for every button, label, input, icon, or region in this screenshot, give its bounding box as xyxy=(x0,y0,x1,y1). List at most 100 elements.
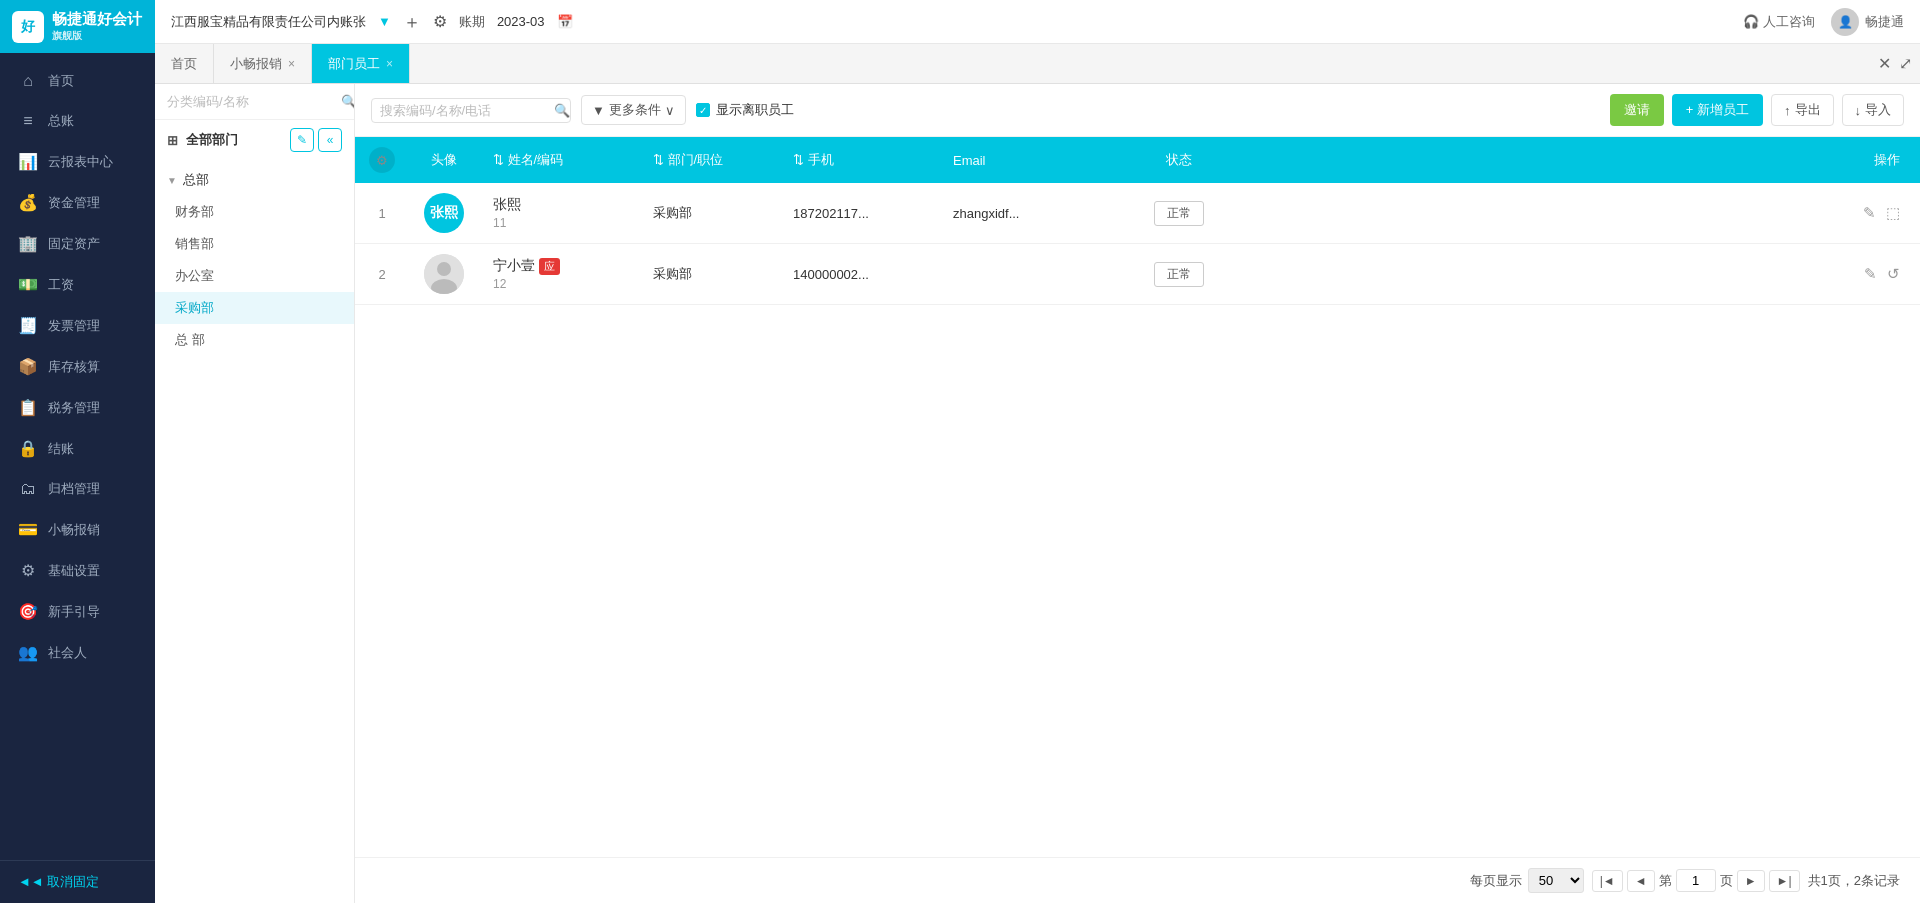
employee-code: 12 xyxy=(493,277,625,291)
logo-icon: 好 xyxy=(12,11,44,43)
sidebar-item-expense[interactable]: 💳 小畅报销 xyxy=(0,509,155,550)
sidebar-item-assets[interactable]: 🏢 固定资产 xyxy=(0,223,155,264)
salary-icon: 💵 xyxy=(18,275,38,294)
tab-expense-label: 小畅报销 xyxy=(230,55,282,73)
refresh-icon[interactable]: ↺ xyxy=(1887,265,1900,283)
show-resigned-toggle[interactable]: ✓ 显示离职员工 xyxy=(696,101,794,119)
invite-button[interactable]: 邀请 xyxy=(1610,94,1664,126)
sidebar-item-guide[interactable]: 🎯 新手引导 xyxy=(0,591,155,632)
close-window-button[interactable]: ✕ xyxy=(1878,54,1891,73)
sidebar-item-more[interactable]: 👥 社会人 xyxy=(0,632,155,673)
period-label: 账期 xyxy=(459,13,485,31)
filter-button[interactable]: ▼ 更多条件 ∨ xyxy=(581,95,686,125)
maximize-window-button[interactable]: ⤢ xyxy=(1899,54,1912,73)
prev-page-button[interactable]: ◄ xyxy=(1627,870,1655,892)
export-button[interactable]: ↑ 导出 xyxy=(1771,94,1834,126)
sidebar-item-label: 发票管理 xyxy=(48,317,100,335)
th-dept[interactable]: ⇅ 部门/职位 xyxy=(639,137,779,183)
add-icon[interactable]: ＋ xyxy=(403,10,421,34)
service-label: 人工咨询 xyxy=(1763,13,1815,31)
service-button[interactable]: 🎧 人工咨询 xyxy=(1743,13,1815,31)
page-unit-label2: 页 xyxy=(1720,872,1733,890)
dept-item-sales[interactable]: 销售部 xyxy=(155,228,354,260)
pagination: 每页显示 50 100 200 |◄ ◄ 第 页 ► ►| 共1页，2条 xyxy=(355,857,1920,903)
sidebar-item-inventory[interactable]: 📦 库存核算 xyxy=(0,346,155,387)
user-menu[interactable]: 👤 畅捷通 xyxy=(1831,8,1904,36)
arrow-down-icon: ▼ xyxy=(167,175,177,186)
page-size-select[interactable]: 50 100 200 xyxy=(1528,868,1584,893)
toolbar-right-actions: 邀请 + 新增员工 ↑ 导出 ↓ 导入 xyxy=(1610,94,1904,126)
dept-item-general[interactable]: 总 部 xyxy=(155,324,354,356)
sidebar-item-label: 小畅报销 xyxy=(48,521,100,539)
sidebar-item-archive[interactable]: 🗂 归档管理 xyxy=(0,469,155,509)
edit-icon[interactable]: ✎ xyxy=(1863,204,1876,222)
th-phone[interactable]: ⇅ 手机 xyxy=(779,137,939,183)
page-number-input[interactable] xyxy=(1676,869,1716,892)
th-settings[interactable]: ⚙ xyxy=(355,137,409,183)
last-page-button[interactable]: ►| xyxy=(1769,870,1800,892)
tab-home[interactable]: 首页 xyxy=(155,44,214,83)
page-size-label: 每页显示 xyxy=(1470,872,1522,890)
tab-dept-close[interactable]: × xyxy=(386,57,393,71)
sidebar-item-reports[interactable]: 📊 云报表中心 xyxy=(0,141,155,182)
tab-expense[interactable]: 小畅报销 × xyxy=(214,44,312,83)
export-icon: ↑ xyxy=(1784,103,1791,118)
tabs-bar: 首页 小畅报销 × 部门员工 × ✕ ⤢ xyxy=(155,44,1920,84)
sidebar-item-label: 资金管理 xyxy=(48,194,100,212)
import-button[interactable]: ↓ 导入 xyxy=(1842,94,1905,126)
first-page-button[interactable]: |◄ xyxy=(1592,870,1623,892)
dropdown-icon[interactable]: ▼ xyxy=(378,14,391,29)
tag-badge: 应 xyxy=(539,258,560,275)
unpin-button[interactable]: ◄◄ 取消固定 xyxy=(0,860,155,903)
next-page-button[interactable]: ► xyxy=(1737,870,1765,892)
guide-icon: 🎯 xyxy=(18,602,38,621)
th-name[interactable]: ⇅ 姓名/编码 xyxy=(479,137,639,183)
show-resigned-label: 显示离职员工 xyxy=(716,101,794,119)
row-actions: ✎ ⬚ xyxy=(1239,183,1920,244)
sidebar-item-settings[interactable]: ⚙ 基础设置 xyxy=(0,550,155,591)
dept-item-root[interactable]: ▼ 总部 xyxy=(155,164,354,196)
dept-search-icon[interactable]: 🔍 xyxy=(341,94,355,109)
row-no: 2 xyxy=(355,244,409,305)
headset-icon: 🎧 xyxy=(1743,14,1759,29)
sidebar-item-funds[interactable]: 💰 资金管理 xyxy=(0,182,155,223)
sidebar-item-salary[interactable]: 💵 工资 xyxy=(0,264,155,305)
sidebar-item-ledger[interactable]: ≡ 总账 xyxy=(0,101,155,141)
dept-search-input[interactable] xyxy=(167,94,335,109)
sidebar-item-closing[interactable]: 🔒 结账 xyxy=(0,428,155,469)
th-avatar: 头像 xyxy=(409,137,479,183)
employee-panel: 🔍 ▼ 更多条件 ∨ ✓ 显示离职员工 邀请 + 新增员工 ↑ 导出 xyxy=(355,84,1920,903)
employee-search-input[interactable] xyxy=(380,103,548,118)
sidebar-item-label: 库存核算 xyxy=(48,358,100,376)
dept-item-label: 采购部 xyxy=(175,299,214,317)
dept-item-purchase[interactable]: 采购部 xyxy=(155,292,354,324)
sidebar-item-label: 云报表中心 xyxy=(48,153,113,171)
dept-item-finance[interactable]: 财务部 xyxy=(155,196,354,228)
dept-collapse-button[interactable]: « xyxy=(318,128,342,152)
app-logo: 好 畅捷通好会计 旗舰版 xyxy=(0,0,155,53)
sidebar-item-tax[interactable]: 📋 税务管理 xyxy=(0,387,155,428)
edit-icon[interactable]: ✎ xyxy=(1864,265,1877,283)
app-edition: 旗舰版 xyxy=(52,29,142,43)
show-resigned-checkbox[interactable]: ✓ xyxy=(696,103,710,117)
sidebar-item-home[interactable]: ⌂ 首页 xyxy=(0,61,155,101)
sidebar-item-invoice[interactable]: 🧾 发票管理 xyxy=(0,305,155,346)
home-icon: ⌂ xyxy=(18,72,38,90)
settings-gear-icon[interactable]: ⚙ xyxy=(433,12,447,31)
search-icon[interactable]: 🔍 xyxy=(554,103,570,118)
dept-item-label: 财务部 xyxy=(175,203,214,221)
dept-edit-button[interactable]: ✎ xyxy=(290,128,314,152)
add-employee-button[interactable]: + 新增员工 xyxy=(1672,94,1763,126)
dept-header: ⊞ 全部部门 ✎ « xyxy=(155,120,354,160)
sidebar-item-label: 固定资产 xyxy=(48,235,100,253)
row-phone: 187202117... xyxy=(779,183,939,244)
delete-icon[interactable]: ⬚ xyxy=(1886,204,1900,222)
avatar: 👤 xyxy=(1831,8,1859,36)
grid-icon: ⊞ xyxy=(167,133,178,148)
dept-item-office[interactable]: 办公室 xyxy=(155,260,354,292)
tab-dept[interactable]: 部门员工 × xyxy=(312,44,410,83)
row-dept: 采购部 xyxy=(639,244,779,305)
sidebar-item-label: 首页 xyxy=(48,72,74,90)
calendar-icon[interactable]: 📅 xyxy=(557,14,573,29)
tab-expense-close[interactable]: × xyxy=(288,57,295,71)
